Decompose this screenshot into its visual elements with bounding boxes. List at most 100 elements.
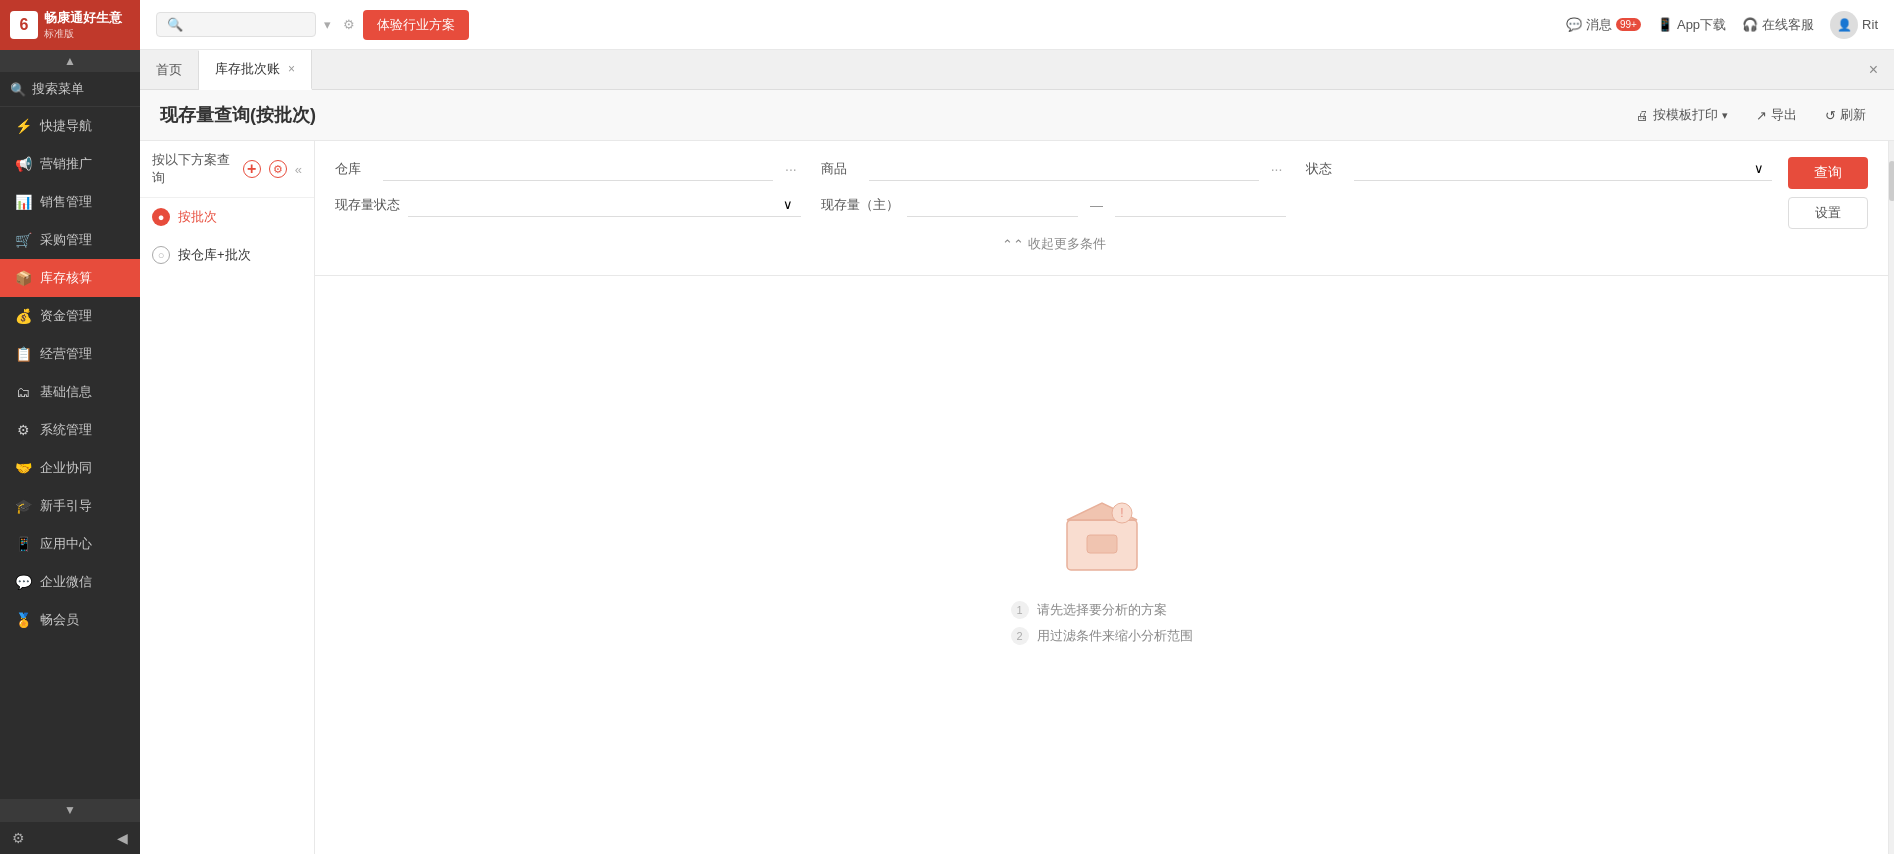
export-btn[interactable]: ↗ 导出: [1748, 102, 1805, 128]
sidebar-item-label: 采购管理: [40, 231, 92, 249]
sidebar-item-apps[interactable]: 📱应用中心: [0, 525, 140, 563]
query-form-buttons: 查询 设置: [1772, 157, 1868, 259]
user-group[interactable]: 👤 Rit: [1830, 11, 1878, 39]
refresh-label: 刷新: [1840, 106, 1866, 124]
member-icon: 🏅: [14, 611, 32, 629]
hint1-num: 1: [1011, 601, 1029, 619]
filter-collapse-icon[interactable]: «: [295, 162, 302, 177]
sidebar-item-purchase[interactable]: 🛒 采购管理: [0, 221, 140, 259]
stock-status-label: 现存量状态: [335, 196, 400, 214]
collapse-link[interactable]: ⌃⌃ 收起更多条件: [335, 229, 1772, 259]
sidebar-item-finance[interactable]: 💰资金管理: [0, 297, 140, 335]
experience-btn[interactable]: 体验行业方案: [363, 10, 469, 40]
status-field: 状态 ∨: [1306, 157, 1772, 181]
apps-icon: 📱: [14, 535, 32, 553]
sidebar-search[interactable]: 🔍 搜索菜单: [0, 72, 140, 107]
tabbar-wrapper: 首页 库存批次账 × ×: [140, 50, 1894, 89]
enterprise-icon: 🤝: [14, 459, 32, 477]
print-dropdown-icon: ▾: [1722, 109, 1728, 122]
sidebar-item-member[interactable]: 🏅 畅会员: [0, 601, 140, 639]
stock-qty-dash: —: [1086, 198, 1107, 213]
collapse-label: 收起更多条件: [1028, 235, 1106, 253]
query-btn[interactable]: 查询: [1788, 157, 1868, 189]
headset-icon: 🎧: [1742, 17, 1758, 32]
purchase-icon: 🛒: [14, 231, 32, 249]
app-title: 畅康通好生意: [44, 9, 122, 27]
sidebar-item-label: 营销推广: [40, 155, 92, 173]
export-label: 导出: [1771, 106, 1797, 124]
user-name: Rit: [1862, 17, 1878, 32]
quick-nav-icon: ⚡: [14, 117, 32, 135]
tab-home[interactable]: 首页: [140, 51, 199, 89]
product-dots[interactable]: ···: [1267, 161, 1287, 177]
results-area: ! 1 请先选择要分析的方案 2 用过滤条件来缩小分析范围: [315, 276, 1888, 854]
sidebar-scroll-up[interactable]: ▲: [0, 50, 140, 72]
sidebar-item-label: 企业协同: [40, 459, 92, 477]
query-area: 仓库 ··· 商品 ··· 状态: [315, 141, 1888, 854]
sidebar-item-system[interactable]: ⚙ 系统管理: [0, 411, 140, 449]
phone-icon: 📱: [1657, 17, 1673, 32]
svg-text:!: !: [1120, 506, 1123, 520]
online-service-group[interactable]: 🎧 在线客服: [1742, 16, 1814, 34]
print-icon: 🖨: [1636, 108, 1649, 123]
sidebar-footer: ⚙ ◀: [0, 821, 140, 854]
settings-btn[interactable]: 设置: [1788, 197, 1868, 229]
stock-qty-label: 现存量（主）: [821, 196, 899, 214]
status-chevron: ∨: [1754, 161, 1764, 176]
tab-panel-close-btn[interactable]: ×: [1853, 61, 1894, 79]
status-select[interactable]: ∨: [1354, 157, 1772, 181]
filter-active-icon: ●: [152, 208, 170, 226]
sidebar-item-inventory[interactable]: 📦库存核算: [0, 259, 140, 297]
basics-icon: 🗂: [14, 383, 32, 401]
empty-hint-2: 2 用过滤条件来缩小分析范围: [1011, 627, 1193, 645]
stock-status-field: 现存量状态 ∨: [335, 193, 801, 217]
sidebar-item-enterprise[interactable]: 🤝 企业协同: [0, 449, 140, 487]
empty-hint-1: 1 请先选择要分析的方案: [1011, 601, 1193, 619]
topbar-search-box[interactable]: 🔍: [156, 12, 316, 37]
stock-qty-max[interactable]: [1115, 193, 1286, 217]
sidebar-item-label: 畅会员: [40, 611, 79, 629]
stock-status-select[interactable]: ∨: [408, 193, 801, 217]
sidebar: 6 畅康通好生意 标准版 ▲ 🔍 搜索菜单 ⚡快捷导航📢营销推广📊销售管理🛒采购…: [0, 0, 140, 854]
stock-qty-field: 现存量（主） —: [821, 193, 1287, 217]
sidebar-item-wechat[interactable]: 💬企业微信: [0, 563, 140, 601]
product-input[interactable]: [869, 157, 1259, 181]
content: 现存量查询(按批次) 🖨 按模板打印 ▾ ↗ 导出 ↺ 刷新: [140, 90, 1894, 854]
hint1-text: 请先选择要分析的方案: [1037, 601, 1167, 619]
messages-group[interactable]: 💬 消息 99+: [1566, 16, 1641, 34]
app-subtitle: 标准版: [44, 27, 122, 41]
hint2-num: 2: [1011, 627, 1029, 645]
refresh-btn[interactable]: ↺ 刷新: [1817, 102, 1874, 128]
scrollbar-thumb: [1889, 161, 1894, 201]
settings-icon[interactable]: ⚙: [12, 830, 25, 846]
tab-inventory[interactable]: 库存批次账 ×: [199, 50, 312, 90]
tab-close-icon[interactable]: ×: [288, 62, 295, 76]
collapse-sidebar-icon[interactable]: ◀: [117, 830, 128, 846]
sidebar-item-label: 系统管理: [40, 421, 92, 439]
filter-item-warehouse-batch[interactable]: ○ 按仓库+批次: [140, 236, 314, 274]
app-download-group[interactable]: 📱 App下载: [1657, 16, 1726, 34]
filter-add-icon[interactable]: +: [243, 160, 261, 178]
sidebar-item-quick-nav[interactable]: ⚡快捷导航: [0, 107, 140, 145]
tabbar: 首页 库存批次账 × ×: [140, 50, 1894, 90]
sidebar-item-newbie[interactable]: 🎓新手引导: [0, 487, 140, 525]
print-btn[interactable]: 🖨 按模板打印 ▾: [1628, 102, 1736, 128]
filter-panel-title: 按以下方案查询: [152, 151, 243, 187]
filter-item-batch[interactable]: ● 按批次: [140, 198, 314, 236]
message-icon: 💬: [1566, 17, 1582, 32]
sidebar-item-basics[interactable]: 🗂基础信息: [0, 373, 140, 411]
stock-qty-min[interactable]: [907, 193, 1078, 217]
filter-settings-icon[interactable]: ⚙: [269, 160, 287, 178]
right-scrollbar[interactable]: [1888, 141, 1894, 854]
system-icon: ⚙: [14, 421, 32, 439]
topbar-settings-icon[interactable]: ⚙: [343, 17, 355, 32]
warehouse-dots[interactable]: ···: [781, 161, 801, 177]
refresh-icon: ↺: [1825, 108, 1836, 123]
topbar-dropdown-icon[interactable]: ▾: [324, 17, 331, 32]
sidebar-item-operations[interactable]: 📋经营管理: [0, 335, 140, 373]
topbar: 🔍 ▾ ⚙ 体验行业方案 💬 消息 99+ 📱 App下载 🎧 在线客服 👤: [140, 0, 1894, 50]
warehouse-input[interactable]: [383, 157, 773, 181]
sidebar-item-sales[interactable]: 📊销售管理: [0, 183, 140, 221]
sidebar-item-marketing[interactable]: 📢营销推广: [0, 145, 140, 183]
sidebar-scroll-down[interactable]: ▼: [0, 799, 140, 821]
